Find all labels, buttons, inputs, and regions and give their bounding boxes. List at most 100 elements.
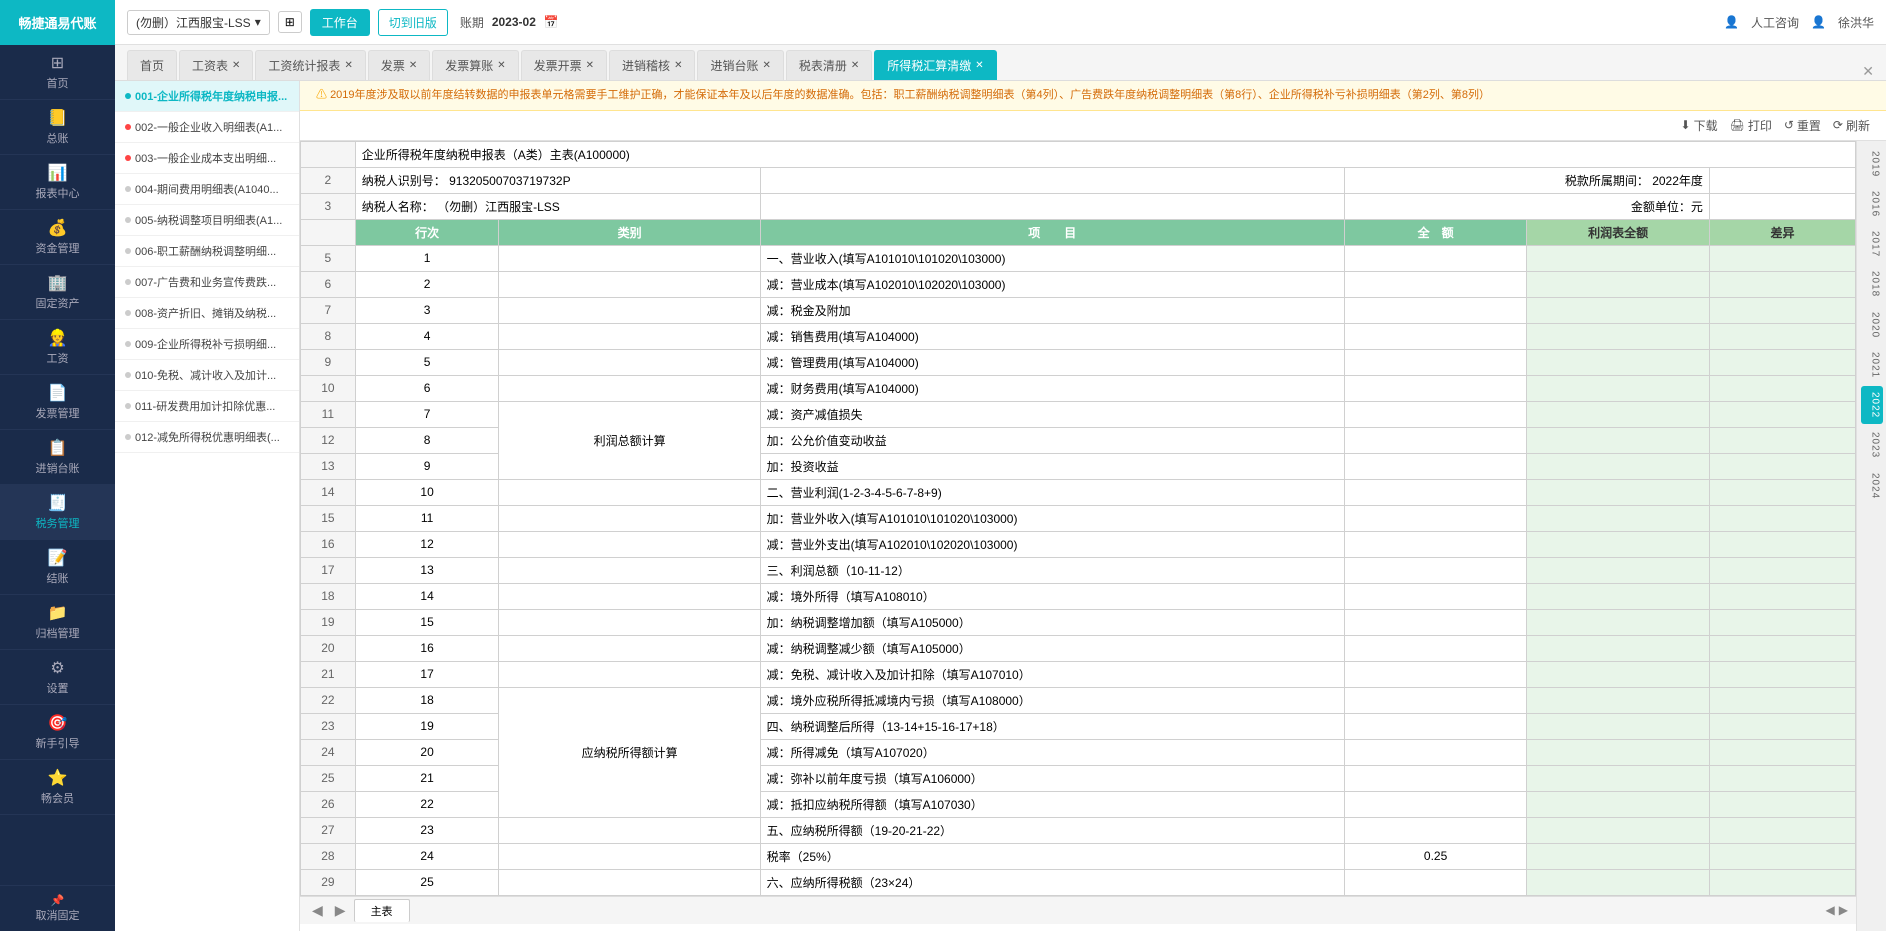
left-item-003[interactable]: 003-一般企业成本支出明细...: [115, 143, 299, 174]
tab-sales-ledger[interactable]: 进销台账 ✕: [697, 50, 783, 80]
download-label: 下载: [1694, 117, 1718, 134]
table-row: 22 18 应纳税所得额计算 减：境外应税所得抵减境内亏损（填写A108000）: [301, 687, 1856, 713]
year-2016[interactable]: 2016: [1861, 185, 1883, 223]
unpin-icon: 📌: [51, 894, 65, 907]
sidebar-item-tax[interactable]: 🧾 税务管理: [0, 485, 115, 540]
left-item-label: 012-减免所得税优惠明细表(...: [135, 429, 280, 445]
year-2021[interactable]: 2021: [1861, 346, 1883, 384]
tab-close-tax-clearance[interactable]: ✕: [851, 60, 859, 71]
sidebar-item-member[interactable]: ⭐ 畅会员: [0, 760, 115, 815]
company-selector[interactable]: (勿删）江西服宝-LSS ▾: [127, 10, 270, 35]
sheet-next-btn[interactable]: ▶: [331, 902, 350, 919]
year-2019[interactable]: 2019: [1861, 145, 1883, 183]
header-rownum: [301, 219, 356, 245]
year-2024[interactable]: 2024: [1861, 467, 1883, 505]
header-col-e: 利润表全额: [1527, 219, 1710, 245]
close-all-icon[interactable]: ✕: [1862, 63, 1874, 80]
tab-invoice[interactable]: 发票 ✕: [368, 50, 430, 80]
ai-consult-label[interactable]: 人工咨询: [1751, 14, 1799, 31]
tab-invoice-open[interactable]: 发票开票 ✕: [521, 50, 607, 80]
sidebar-item-label: 税务管理: [36, 515, 80, 531]
tab-salary-report[interactable]: 工资统计报表 ✕: [255, 50, 365, 80]
year-2023[interactable]: 2023: [1861, 426, 1883, 464]
left-item-010[interactable]: 010-免税、减计收入及加计...: [115, 360, 299, 391]
sidebar-item-capital[interactable]: 💰 资金管理: [0, 210, 115, 265]
tab-close-salary[interactable]: ✕: [232, 60, 240, 71]
left-item-005[interactable]: 005-纳税调整项目明细表(A1...: [115, 205, 299, 236]
tab-close-income-tax[interactable]: ✕: [975, 60, 983, 71]
sidebar-item-settings[interactable]: ⚙ 设置: [0, 650, 115, 705]
tab-close-salary-report[interactable]: ✕: [344, 60, 352, 71]
chevron-down-icon: ▾: [255, 15, 261, 29]
year-2017[interactable]: 2017: [1861, 225, 1883, 263]
year-2018[interactable]: 2018: [1861, 265, 1883, 303]
sidebar-item-archive[interactable]: 📁 归档管理: [0, 595, 115, 650]
user-name[interactable]: 徐洪华: [1838, 14, 1874, 31]
left-item-009[interactable]: 009-企业所得税补亏损明细...: [115, 329, 299, 360]
right-content: ⚠ 2019年度涉及取以前年度结转数据的申报表单元格需要手工维护正确，才能保证本…: [300, 81, 1886, 931]
spacer-cell3: [760, 193, 1344, 219]
left-item-007[interactable]: 007-广告费和业务宣传费跌...: [115, 267, 299, 298]
table-title: 企业所得税年度纳税申报表（A类）主表(A100000): [355, 141, 1855, 167]
sidebar-item-close[interactable]: 📝 结账: [0, 540, 115, 595]
left-item-011[interactable]: 011-研发费用加计扣除优惠...: [115, 391, 299, 422]
sidebar-item-home[interactable]: ⊞ 首页: [0, 45, 115, 100]
reset-button[interactable]: ↺ 重置: [1784, 117, 1821, 134]
header-col-d: 全 额: [1344, 219, 1527, 245]
tab-close-invoice[interactable]: ✕: [409, 60, 417, 71]
sidebar-item-label: 固定资产: [36, 295, 80, 311]
year-2020[interactable]: 2020: [1861, 306, 1883, 344]
sidebar-item-sales[interactable]: 📋 进销台账: [0, 430, 115, 485]
left-item-001[interactable]: 001-企业所得税年度纳税申报...: [115, 81, 299, 112]
home-icon: ⊞: [51, 53, 64, 73]
tab-income-tax[interactable]: 所得税汇算清缴 ✕: [874, 50, 996, 80]
tab-salary[interactable]: 工资表 ✕: [179, 50, 253, 80]
left-item-012[interactable]: 012-减免所得税优惠明细表(...: [115, 422, 299, 453]
tab-tax-clearance[interactable]: 税表清册 ✕: [786, 50, 872, 80]
sidebar-item-label: 总账: [47, 130, 69, 146]
left-item-002[interactable]: 002-一般企业收入明细表(A1...: [115, 112, 299, 143]
table-info-row-1: 2 纳税人识别号： 91320500703719732P 税款所属期间： 202…: [301, 167, 1856, 193]
year-2022[interactable]: 2022: [1861, 386, 1883, 424]
scroll-left-icon[interactable]: ◀: [1826, 903, 1835, 917]
table-row: 29 25 六、应纳所得税额（23×24）: [301, 869, 1856, 895]
topbar-copy-btn[interactable]: ⊞: [278, 11, 302, 33]
sidebar-unpin[interactable]: 📌 取消固定: [0, 885, 115, 931]
tab-close-sales-ledger[interactable]: ✕: [762, 60, 770, 71]
status-dot: [125, 124, 131, 130]
left-item-label: 008-资产折旧、摊销及纳税...: [135, 305, 276, 321]
download-button[interactable]: ⬇ 下载: [1681, 117, 1718, 134]
sidebar-item-salary[interactable]: 👷 工资: [0, 320, 115, 375]
tab-home[interactable]: 首页: [127, 50, 177, 80]
status-dot: [125, 434, 131, 440]
sheet-prev-btn[interactable]: ◀: [308, 902, 327, 919]
tab-close-sales-check[interactable]: ✕: [674, 60, 682, 71]
left-item-008[interactable]: 008-资产折旧、摊销及纳税...: [115, 298, 299, 329]
main-table: 企业所得税年度纳税申报表（A类）主表(A100000) 2 纳税人识别号： 91…: [300, 141, 1856, 896]
left-item-006[interactable]: 006-职工薪酬纳税调整明细...: [115, 236, 299, 267]
tab-sales-check[interactable]: 进销稽核 ✕: [609, 50, 695, 80]
tab-invoice-account[interactable]: 发票算账 ✕: [432, 50, 518, 80]
sidebar-item-ledger[interactable]: 📒 总账: [0, 100, 115, 155]
main-area: (勿删）江西服宝-LSS ▾ ⊞ 工作台 切到旧版 账期 2023-02 📅 👤…: [115, 0, 1886, 931]
tax-period-value: 2022年度: [1652, 174, 1703, 188]
sidebar-item-invoice[interactable]: 📄 发票管理: [0, 375, 115, 430]
toolbar: ⬇ 下载 🖨 打印 ↺ 重置 ⟳ 刷新: [300, 111, 1886, 141]
sidebar-item-guide[interactable]: 🎯 新手引导: [0, 705, 115, 760]
left-item-004[interactable]: 004-期间费用明细表(A1040...: [115, 174, 299, 205]
refresh-button[interactable]: ⟳ 刷新: [1833, 117, 1870, 134]
tab-close-invoice-account[interactable]: ✕: [497, 60, 505, 71]
tax-period-cell: 税款所属期间： 2022年度: [1344, 167, 1709, 193]
sheet-tab-main[interactable]: 主表: [354, 899, 410, 922]
scroll-right-icon[interactable]: ▶: [1839, 903, 1848, 917]
switch-old-button[interactable]: 切到旧版: [378, 9, 448, 36]
sidebar-item-label: 首页: [47, 75, 69, 91]
workbench-button[interactable]: 工作台: [310, 9, 370, 36]
status-dot: [125, 93, 131, 99]
status-dot: [125, 217, 131, 223]
tab-close-invoice-open[interactable]: ✕: [586, 60, 594, 71]
sidebar-item-reports[interactable]: 📊 报表中心: [0, 155, 115, 210]
table-row: 7 3 减：税金及附加: [301, 297, 1856, 323]
print-button[interactable]: 🖨 打印: [1730, 117, 1772, 134]
sidebar-item-assets[interactable]: 🏢 固定资产: [0, 265, 115, 320]
